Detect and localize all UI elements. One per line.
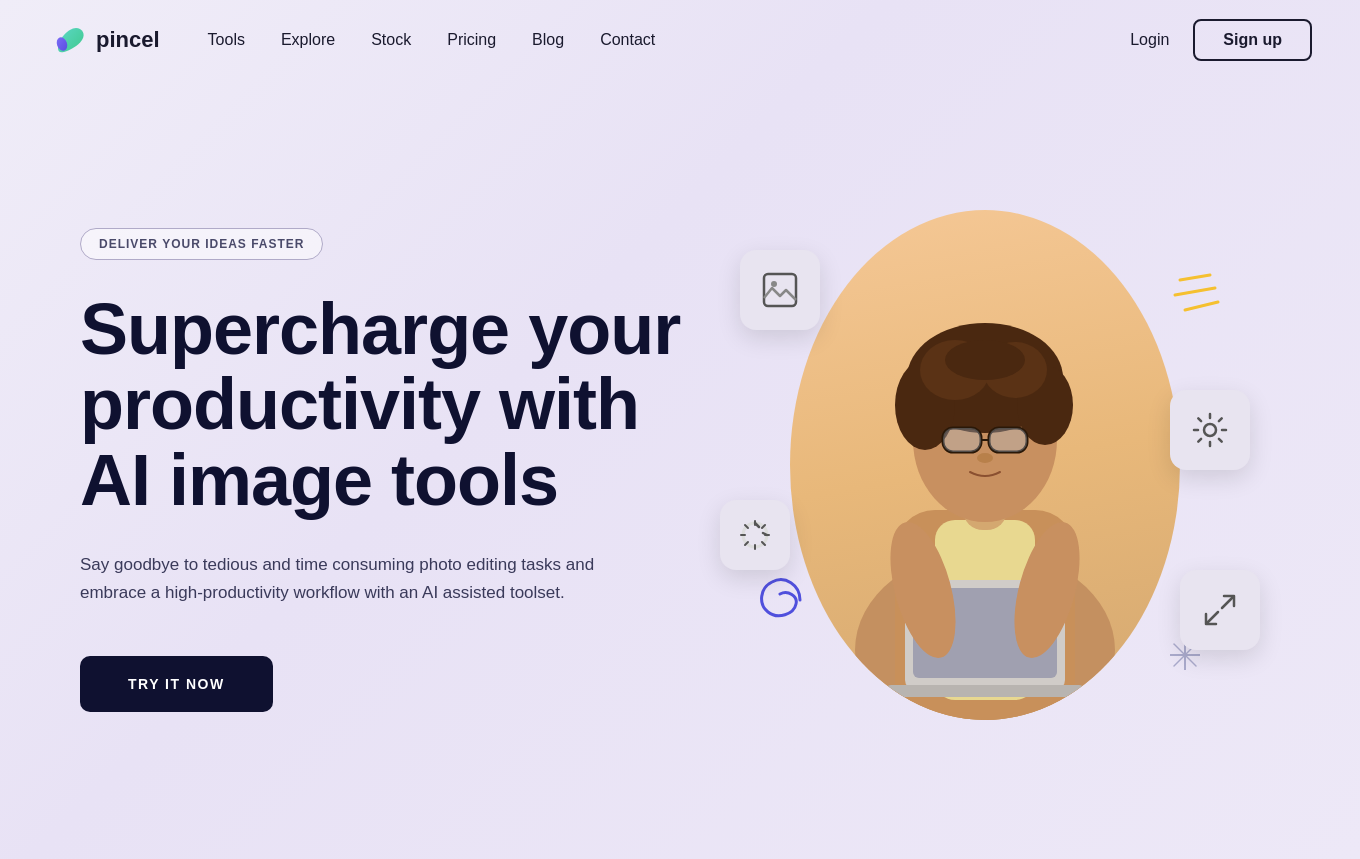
hero-badge: DELIVER YOUR IDEAS FASTER — [80, 228, 323, 260]
svg-line-40 — [1175, 288, 1215, 295]
float-card-expand — [1180, 570, 1260, 650]
person-illustration — [790, 210, 1180, 720]
person-background — [790, 210, 1180, 720]
nav-item-blog[interactable]: Blog — [532, 31, 564, 49]
nav-item-tools[interactable]: Tools — [208, 31, 245, 49]
svg-line-41 — [1185, 302, 1218, 310]
brand-name: pincel — [96, 27, 160, 53]
svg-rect-16 — [989, 428, 1027, 452]
svg-point-17 — [977, 453, 993, 463]
svg-rect-15 — [943, 428, 981, 452]
float-card-loader — [720, 500, 790, 570]
try-it-now-button[interactable]: TRY IT NOW — [80, 656, 273, 712]
navbar: pincel Tools Explore Stock Pricing Blog … — [0, 0, 1360, 80]
svg-line-37 — [1222, 597, 1233, 608]
image-icon — [758, 268, 802, 312]
nav-right: Login Sign up — [1130, 19, 1312, 61]
nav-item-explore[interactable]: Explore — [281, 31, 335, 49]
expand-icon — [1198, 588, 1242, 632]
svg-line-38 — [1207, 612, 1218, 623]
settings-icon — [1188, 408, 1232, 452]
logo-icon — [48, 20, 88, 60]
nav-item-stock[interactable]: Stock — [371, 31, 411, 49]
nav-links: Tools Explore Stock Pricing Blog Contact — [208, 31, 656, 49]
svg-point-11 — [945, 340, 1025, 380]
person-svg — [815, 230, 1155, 720]
hero-title: Supercharge your productivity with AI im… — [80, 292, 720, 519]
nav-item-contact[interactable]: Contact — [600, 31, 655, 49]
hero-subtitle: Say goodbye to tedious and time consumin… — [80, 551, 600, 609]
hero-section: DELIVER YOUR IDEAS FASTER Supercharge yo… — [0, 80, 1360, 840]
login-button[interactable]: Login — [1130, 31, 1169, 49]
yellow-lines-decoration — [1170, 270, 1220, 330]
float-card-image — [740, 250, 820, 330]
signup-button[interactable]: Sign up — [1193, 19, 1312, 61]
nav-left: pincel Tools Explore Stock Pricing Blog … — [48, 20, 655, 60]
hero-left: DELIVER YOUR IDEAS FASTER Supercharge yo… — [80, 228, 720, 713]
svg-line-39 — [1180, 275, 1210, 280]
loader-icon — [735, 515, 775, 555]
float-card-settings — [1170, 390, 1250, 470]
swirl-decoration — [750, 570, 810, 630]
logo[interactable]: pincel — [48, 20, 160, 60]
svg-rect-20 — [885, 685, 1085, 697]
svg-point-24 — [771, 281, 777, 287]
svg-point-25 — [1204, 424, 1216, 436]
nav-item-pricing[interactable]: Pricing — [447, 31, 496, 49]
hero-illustration — [720, 190, 1280, 750]
